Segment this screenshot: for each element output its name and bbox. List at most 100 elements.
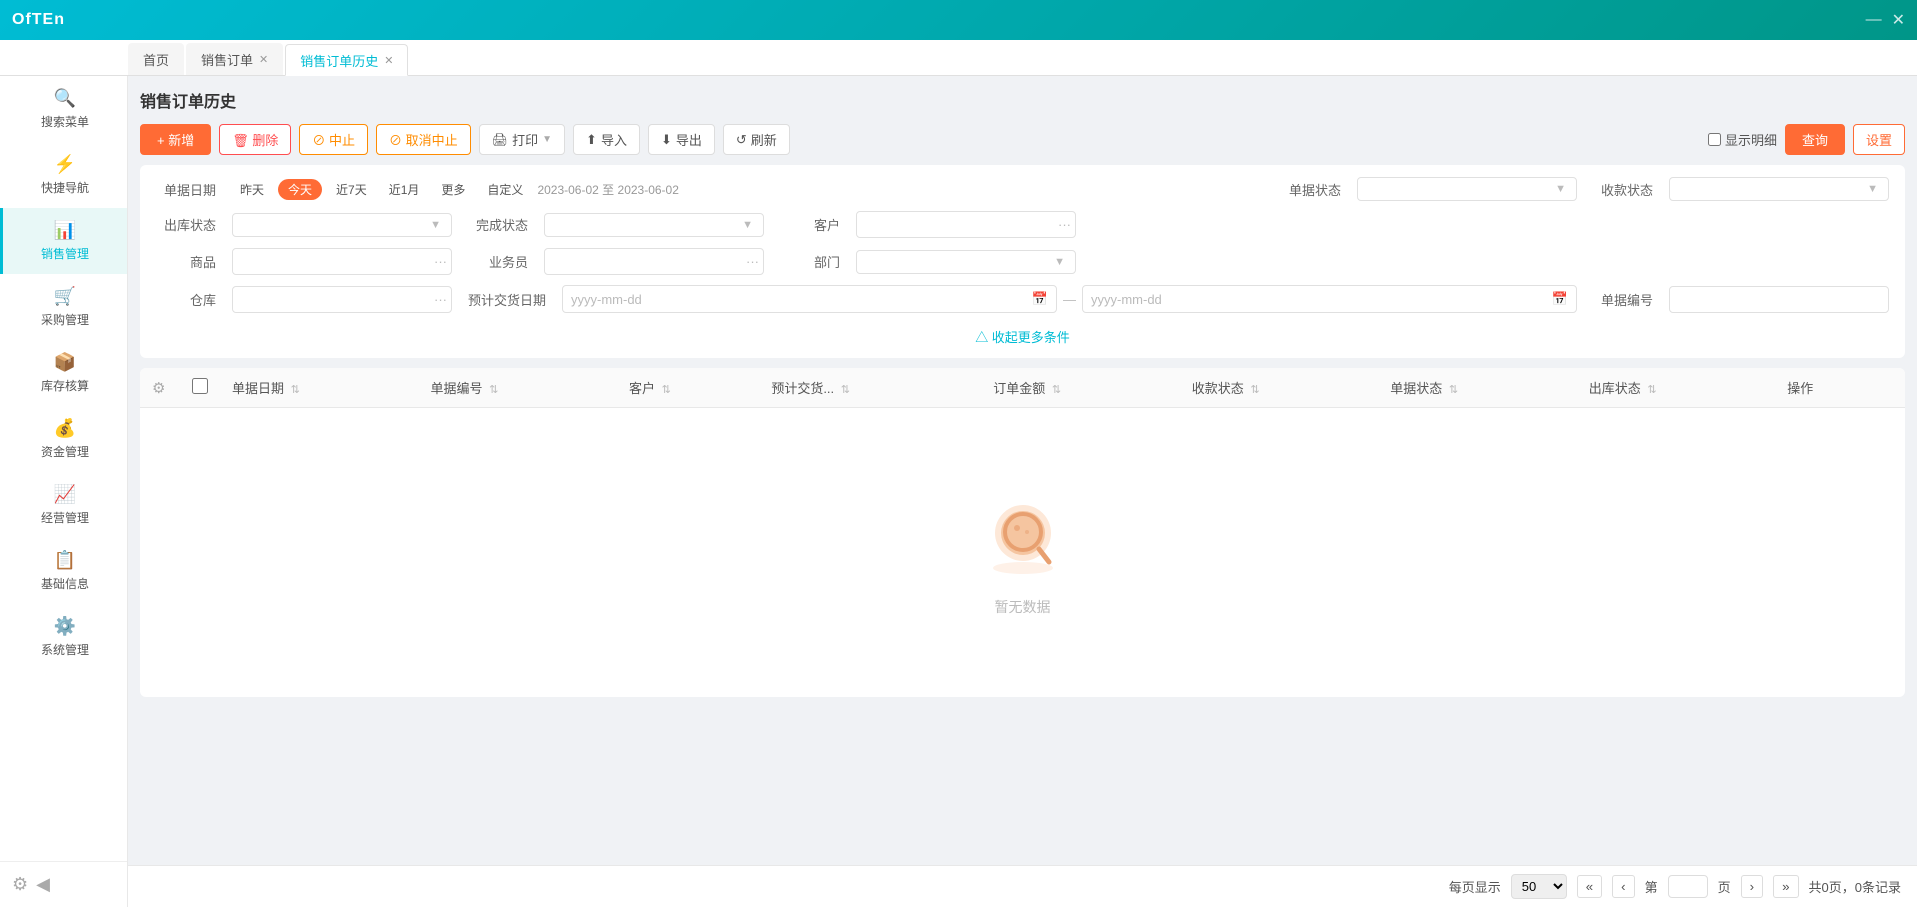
salesperson-dots-icon[interactable]: ··· [742,254,763,269]
filter-panel: 单据日期 昨天 今天 近7天 近1月 更多 自定义 2023-06-02 [140,165,1905,358]
purchase-mgmt-icon: 🛒 [54,286,76,307]
salesperson-input[interactable] [545,249,742,274]
table-gear-icon[interactable]: ⚙ [152,380,165,397]
doc-status-arrow-icon: ▼ [1555,183,1566,195]
last-page-btn[interactable]: » [1773,875,1798,898]
page-size-select[interactable]: 50 10 20 100 [1511,874,1567,899]
complete-status-arrow-icon: ▼ [742,219,753,231]
col-receipt-status-sort-icon: ⇅ [1250,384,1259,396]
tab-sales-order-history[interactable]: 销售订单历史 ✕ [285,44,408,76]
receipt-status-label: 收款状态 [1593,180,1653,199]
warehouse-input[interactable] [233,287,430,312]
product-label: 商品 [156,252,216,271]
refresh-button[interactable]: ↺ 刷新 [723,124,790,155]
cancel-stop-button[interactable]: ⊘ 取消中止 [376,124,471,155]
out-status-select[interactable]: ▼ [232,213,452,237]
sidebar-item-quick-nav[interactable]: ⚡ 快捷导航 [0,142,127,208]
customer-input[interactable] [857,212,1054,237]
filter-collapse[interactable]: △ 收起更多条件 [156,323,1889,346]
tab-home-label: 首页 [143,50,169,69]
date-custom[interactable]: 自定义 [479,179,531,200]
salesperson-label: 业务员 [468,252,528,271]
sidebar-item-sales-mgmt-label: 销售管理 [41,245,89,262]
department-select[interactable]: ▼ [856,250,1076,274]
display-detail-label: 显示明细 [1725,130,1777,149]
col-out-status[interactable]: 出库状态 ⇅ [1577,368,1776,408]
customer-dots-icon[interactable]: ··· [1054,217,1075,232]
product-dots-icon[interactable]: ··· [430,254,451,269]
col-customer[interactable]: 客户 ⇅ [617,368,759,408]
next-page-btn[interactable]: › [1741,875,1763,898]
toolbar: + 新增 🗑 删除 ⊘ 中止 ⊘ 取消中止 🖨 🖨 打印 打印 ▼ ⬆ 导入 ⬇… [140,124,1905,155]
sidebar-item-quick-nav-label: 快捷导航 [41,179,89,196]
delivery-date-to[interactable]: yyyy-mm-dd 📅 [1082,285,1577,313]
date-more[interactable]: 更多 [433,179,473,200]
date-yesterday[interactable]: 昨天 [232,179,272,200]
col-order-amount[interactable]: 订单金额 ⇅ [981,368,1180,408]
col-receipt-status[interactable]: 收款状态 ⇅ [1180,368,1379,408]
window-min-btn[interactable]: — [1866,11,1882,29]
sidebar-item-sales-mgmt[interactable]: 📊 销售管理 [0,208,127,274]
tab-sales-order-history-close[interactable]: ✕ [384,54,393,67]
tab-sales-order-close[interactable]: ✕ [259,53,268,66]
first-page-btn[interactable]: « [1577,875,1602,898]
stop-button[interactable]: ⊘ 中止 [299,124,368,155]
sidebar-settings-icon[interactable]: ⚙ [12,874,28,895]
warehouse-dots-icon[interactable]: ··· [430,292,451,307]
sidebar-item-system-mgmt-label: 系统管理 [41,641,89,658]
date-range: 2023-06-02 至 2023-06-02 [537,181,678,198]
empty-illustration [973,488,1073,578]
print-dropdown-icon[interactable]: ▼ [542,134,552,145]
select-all-checkbox[interactable] [192,378,208,394]
date-1month[interactable]: 近1月 [381,179,428,200]
col-doc-date[interactable]: 单据日期 ⇅ [220,368,419,408]
doc-number-input[interactable] [1670,287,1888,312]
query-button[interactable]: 查询 [1785,124,1845,155]
sidebar-item-capital-mgmt-label: 资金管理 [41,443,89,460]
complete-status-select[interactable]: ▼ [544,213,764,237]
window-close-btn[interactable]: ✕ [1892,10,1905,30]
department-arrow-icon: ▼ [1054,256,1065,268]
receipt-status-select[interactable]: ▼ [1669,177,1889,201]
col-doc-number[interactable]: 单据编号 ⇅ [419,368,618,408]
display-detail-checkbox[interactable] [1708,133,1721,146]
sidebar-collapse-icon[interactable]: ◀ [36,874,50,895]
current-page-input[interactable]: 1 [1668,875,1708,898]
sidebar-item-inventory-check[interactable]: 📦 库存核算 [0,340,127,406]
sidebar-item-search-menu[interactable]: 🔍 搜索菜单 [0,76,127,142]
calendar-from-icon: 📅 [1032,291,1048,307]
settings-button[interactable]: 设置 [1853,124,1905,155]
col-settings[interactable]: ⚙ [140,368,180,408]
product-input[interactable] [233,249,430,274]
delete-button[interactable]: 🗑 删除 [219,124,291,155]
tab-home[interactable]: 首页 [128,43,184,75]
capital-mgmt-icon: 💰 [54,418,76,439]
page-total: 共0页，0条记录 [1809,877,1901,896]
page-prefix: 第 [1645,877,1658,896]
col-delivery-date[interactable]: 预计交货... ⇅ [759,368,981,408]
print-button[interactable]: 🖨 🖨 打印 打印 ▼ [479,124,565,155]
date-7days[interactable]: 近7天 [328,179,375,200]
import-icon: ⬆ [586,132,597,148]
sidebar-item-capital-mgmt[interactable]: 💰 资金管理 [0,406,127,472]
col-doc-status-sort-icon: ⇅ [1449,384,1458,396]
sidebar-item-purchase-mgmt[interactable]: 🛒 采购管理 [0,274,127,340]
col-out-status-sort-icon: ⇅ [1647,384,1656,396]
new-button[interactable]: + 新增 [140,124,211,155]
col-doc-status[interactable]: 单据状态 ⇅ [1378,368,1577,408]
import-button[interactable]: ⬆ 导入 [573,124,640,155]
date-today[interactable]: 今天 [278,179,322,200]
export-button[interactable]: ⬇ 导出 [648,124,715,155]
doc-status-select[interactable]: ▼ [1357,177,1577,201]
export-icon: ⬇ [661,132,672,148]
sidebar-item-basic-info[interactable]: 📋 基础信息 [0,538,127,604]
empty-icon [973,488,1073,581]
col-delivery-date-sort-icon: ⇅ [841,384,850,396]
sidebar-item-system-mgmt[interactable]: ⚙️ 系统管理 [0,604,127,670]
delivery-date-from[interactable]: yyyy-mm-dd 📅 [562,285,1057,313]
tab-sales-order[interactable]: 销售订单 ✕ [186,43,283,75]
table-wrapper: ⚙ 单据日期 ⇅ 单据编号 ⇅ [140,368,1905,697]
sidebar-item-operations-mgmt[interactable]: 📈 经营管理 [0,472,127,538]
page-size-label: 每页显示 [1449,877,1501,896]
prev-page-btn[interactable]: ‹ [1612,875,1634,898]
